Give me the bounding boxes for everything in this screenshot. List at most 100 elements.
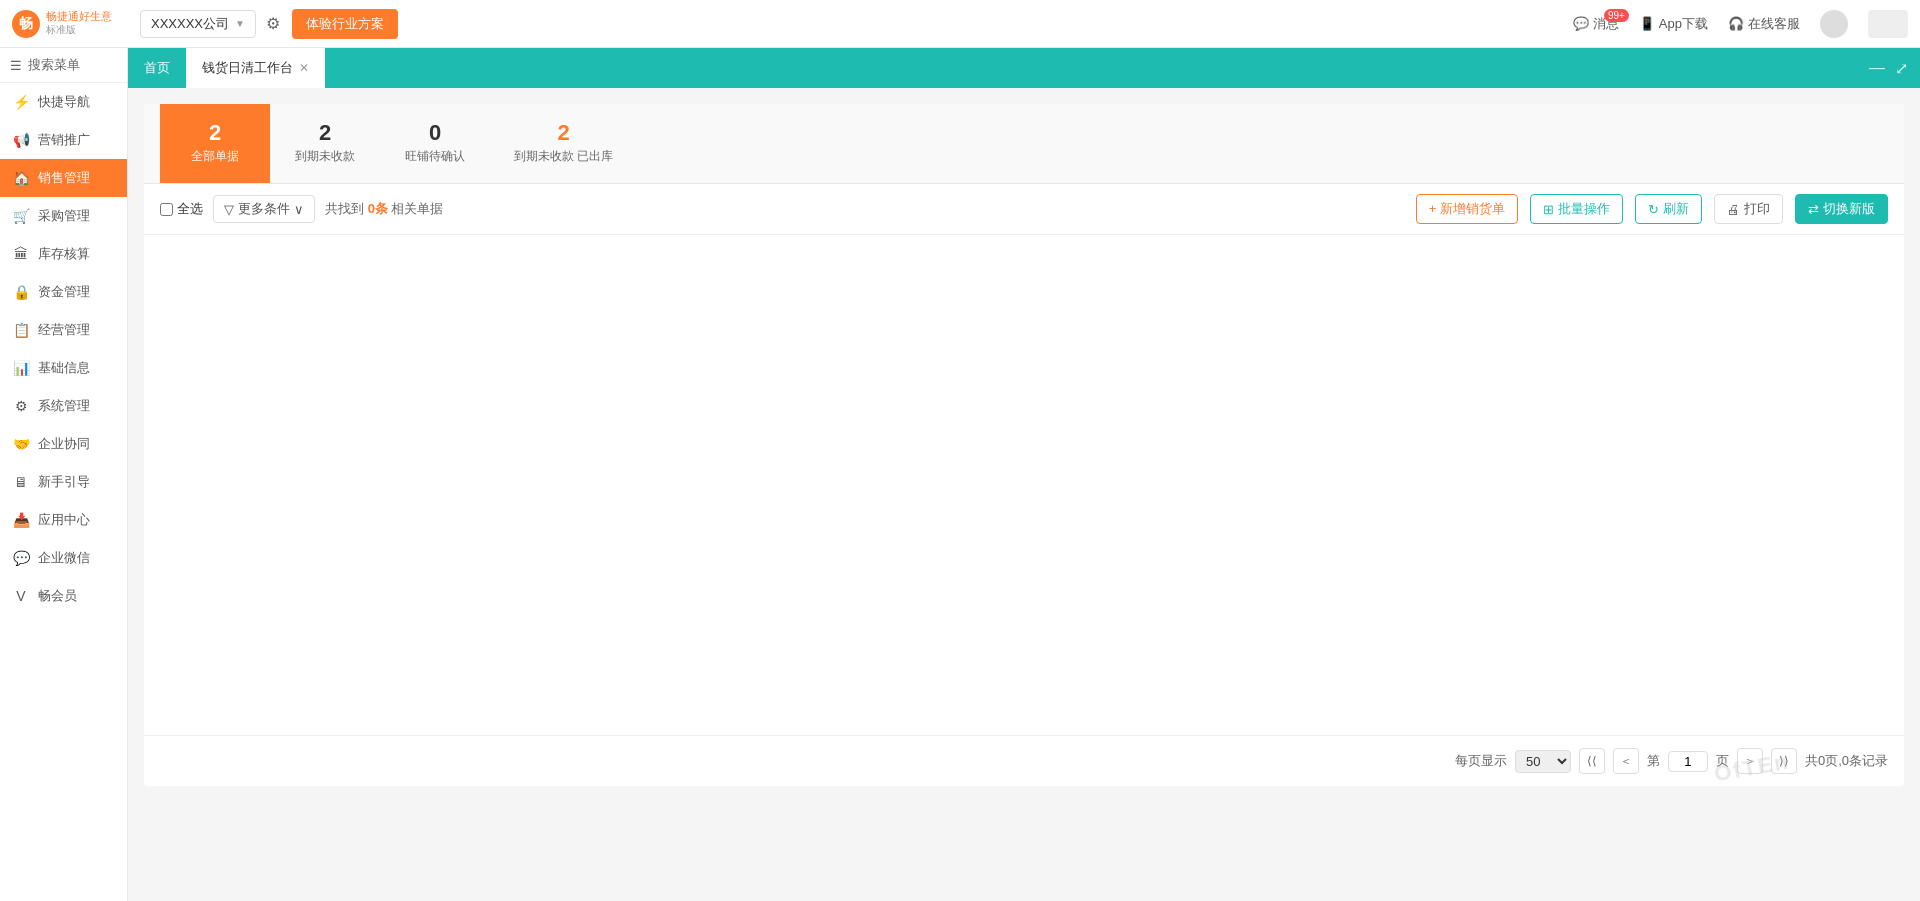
total-text: 共0页,0条记录	[1805, 752, 1888, 770]
switch-label: 切换新版	[1823, 200, 1875, 218]
sidebar-label-1: 营销推广	[38, 131, 90, 149]
sidebar-label-10: 新手引导	[38, 473, 90, 491]
per-page-label: 每页显示	[1455, 752, 1507, 770]
sidebar-label-7: 基础信息	[38, 359, 90, 377]
found-text: 共找到 0条 相关单据	[325, 200, 443, 218]
refresh-button[interactable]: ↻ 刷新	[1635, 194, 1702, 224]
settings-icon[interactable]: ⚙	[266, 14, 280, 33]
label-all: 全部单据	[184, 148, 246, 165]
toolbar: 全选 ▽ 更多条件 ∨ 共找到 0条 相关单据 + 新增销货单 ⊞ 批量操作	[144, 184, 1904, 235]
sidebar-label-9: 企业协同	[38, 435, 90, 453]
download-icon: 📱	[1639, 16, 1655, 31]
main-content: 2 全部单据 2 到期未收款 0 旺铺待确认 2 到期未收款 已出库 全选	[128, 88, 1920, 901]
avatar[interactable]	[1820, 10, 1848, 38]
filter-icon: ▽	[224, 202, 234, 217]
page-label: 第	[1647, 752, 1660, 770]
sidebar-icon-9: 🤝	[12, 435, 30, 453]
company-selector[interactable]: XXXXXX公司 ▼	[140, 10, 256, 38]
sidebar-nav: ⚡ 快捷导航 📢 营销推广 🏠销售管理 🛒 采购管理 🏛 库存核算 🔒资金管理📋经营管理📊基础信息…	[0, 83, 127, 615]
add-order-button[interactable]: + 新增销货单	[1416, 194, 1518, 224]
filter-button[interactable]: ▽ 更多条件 ∨	[213, 195, 315, 223]
print-button[interactable]: 🖨 打印	[1714, 194, 1783, 224]
sidebar-item-13[interactable]: V畅会员	[0, 577, 127, 615]
next-page-button[interactable]: ＞	[1737, 748, 1763, 774]
filter-label: 更多条件	[238, 200, 290, 218]
search-menu-label: 搜索菜单	[28, 56, 80, 74]
sidebar-icon-3: 🛒	[12, 207, 30, 225]
sidebar-item-0[interactable]: ⚡ 快捷导航	[0, 83, 127, 121]
page-size-select[interactable]: 50 100 200	[1515, 750, 1571, 773]
app-version: 标准版	[46, 23, 112, 37]
sidebar-item-10[interactable]: 🖥新手引导	[0, 463, 127, 501]
tab-minimize-icon[interactable]: —	[1869, 59, 1885, 77]
label-overdue-shipped: 到期未收款 已出库	[514, 148, 613, 165]
sidebar-item-1[interactable]: 📢 营销推广	[0, 121, 127, 159]
header-right: 💬 消息 99+ 📱 App下载 🎧 在线客服	[1573, 10, 1908, 38]
sidebar-label-3: 采购管理	[38, 207, 90, 225]
sidebar-item-8[interactable]: ⚙ 系统管理	[0, 387, 127, 425]
sidebar-label-0: 快捷导航	[38, 93, 90, 111]
app-name: 畅捷通好生意	[46, 10, 112, 23]
sidebar-item-6[interactable]: 📋经营管理	[0, 311, 127, 349]
last-page-button[interactable]: ⟩⟩	[1771, 748, 1797, 774]
message-badge: 99+	[1604, 9, 1629, 22]
sidebar-item-3[interactable]: 🛒 采购管理	[0, 197, 127, 235]
toolbar-right: + 新增销货单 ⊞ 批量操作 ↻ 刷新 🖨 打印 ⇄ 切换新版	[1416, 194, 1888, 224]
chevron-down-icon: ▼	[235, 18, 245, 29]
sidebar-icon-0: ⚡	[12, 93, 30, 111]
sidebar: ☰ 搜索菜单 ⚡ 快捷导航 📢 营销推广 🏠销售管理 🛒 采购管理 🏛 库存核算 🔒资金管理📋经营…	[0, 0, 128, 901]
sidebar-label-2: 销售管理	[38, 169, 90, 187]
sidebar-label-13: 畅会员	[38, 587, 77, 605]
checkbox-input[interactable]	[160, 203, 173, 216]
tab-home[interactable]: 首页	[128, 48, 186, 88]
search-menu-item[interactable]: ☰ 搜索菜单	[0, 48, 127, 83]
tab-bar-actions: — ⤢	[1869, 59, 1920, 78]
select-all-checkbox[interactable]: 全选	[160, 200, 203, 218]
count-wangpu: 0	[404, 120, 466, 146]
sidebar-icon-4: 🏛	[12, 245, 30, 263]
sidebar-label-6: 经营管理	[38, 321, 90, 339]
sidebar-item-7[interactable]: 📊基础信息	[0, 349, 127, 387]
pagination: 每页显示 50 100 200 ⟨⟨ ＜ 第 页 ＞ ⟩⟩ 共0页,0条记录	[144, 735, 1904, 786]
sidebar-label-11: 应用中心	[38, 511, 90, 529]
batch-label: 批量操作	[1558, 200, 1610, 218]
prev-page-button[interactable]: ＜	[1613, 748, 1639, 774]
sidebar-item-11[interactable]: 📥 应用中心	[0, 501, 127, 539]
tab-home-label: 首页	[144, 59, 170, 77]
summary-tab-all[interactable]: 2 全部单据	[160, 104, 270, 183]
sidebar-icon-8: ⚙	[12, 397, 30, 415]
sidebar-label-8: 系统管理	[38, 397, 90, 415]
print-icon: 🖨	[1727, 202, 1740, 217]
batch-operation-button[interactable]: ⊞ 批量操作	[1530, 194, 1623, 224]
sidebar-icon-11: 📥	[12, 511, 30, 529]
first-page-button[interactable]: ⟨⟨	[1579, 748, 1605, 774]
sidebar-label-12: 企业微信	[38, 549, 90, 567]
list-area	[144, 235, 1904, 735]
tab-close-icon[interactable]: ✕	[299, 61, 309, 75]
app-download-item[interactable]: 📱 App下载	[1639, 15, 1708, 33]
page-input[interactable]	[1668, 751, 1708, 772]
label-wangpu: 旺铺待确认	[404, 148, 466, 165]
sidebar-item-9[interactable]: 🤝 企业协同	[0, 425, 127, 463]
sidebar-item-12[interactable]: 💬企业微信	[0, 539, 127, 577]
sidebar-icon-1: 📢	[12, 131, 30, 149]
switch-new-button[interactable]: ⇄ 切换新版	[1795, 194, 1888, 224]
user-name-area[interactable]	[1868, 10, 1908, 38]
select-all-label: 全选	[177, 200, 203, 218]
summary-tab-wangpu[interactable]: 0 旺铺待确认	[380, 104, 490, 183]
summary-tab-overdue-shipped[interactable]: 2 到期未收款 已出库	[490, 104, 637, 183]
app-download-label: App下载	[1659, 15, 1708, 33]
online-service-item[interactable]: 🎧 在线客服	[1728, 15, 1800, 33]
tab-qhrc[interactable]: 钱货日清工作台 ✕	[186, 48, 325, 88]
sidebar-label-4: 库存核算	[38, 245, 90, 263]
summary-tab-overdue[interactable]: 2 到期未收款	[270, 104, 380, 183]
sidebar-item-4[interactable]: 🏛 库存核算	[0, 235, 127, 273]
tab-maximize-icon[interactable]: ⤢	[1895, 59, 1908, 78]
experience-button[interactable]: 体验行业方案	[292, 9, 398, 39]
sidebar-item-5[interactable]: 🔒资金管理	[0, 273, 127, 311]
message-item[interactable]: 💬 消息 99+	[1573, 15, 1619, 33]
refresh-icon: ↻	[1648, 202, 1659, 217]
tab-bar: 首页 钱货日清工作台 ✕ — ⤢	[128, 48, 1920, 88]
sidebar-item-2[interactable]: 🏠销售管理	[0, 159, 127, 197]
top-header: 畅 畅捷通好生意 标准版 XXXXXX公司 ▼ ⚙ 体验行业方案 💬 消息 99…	[0, 0, 1920, 48]
